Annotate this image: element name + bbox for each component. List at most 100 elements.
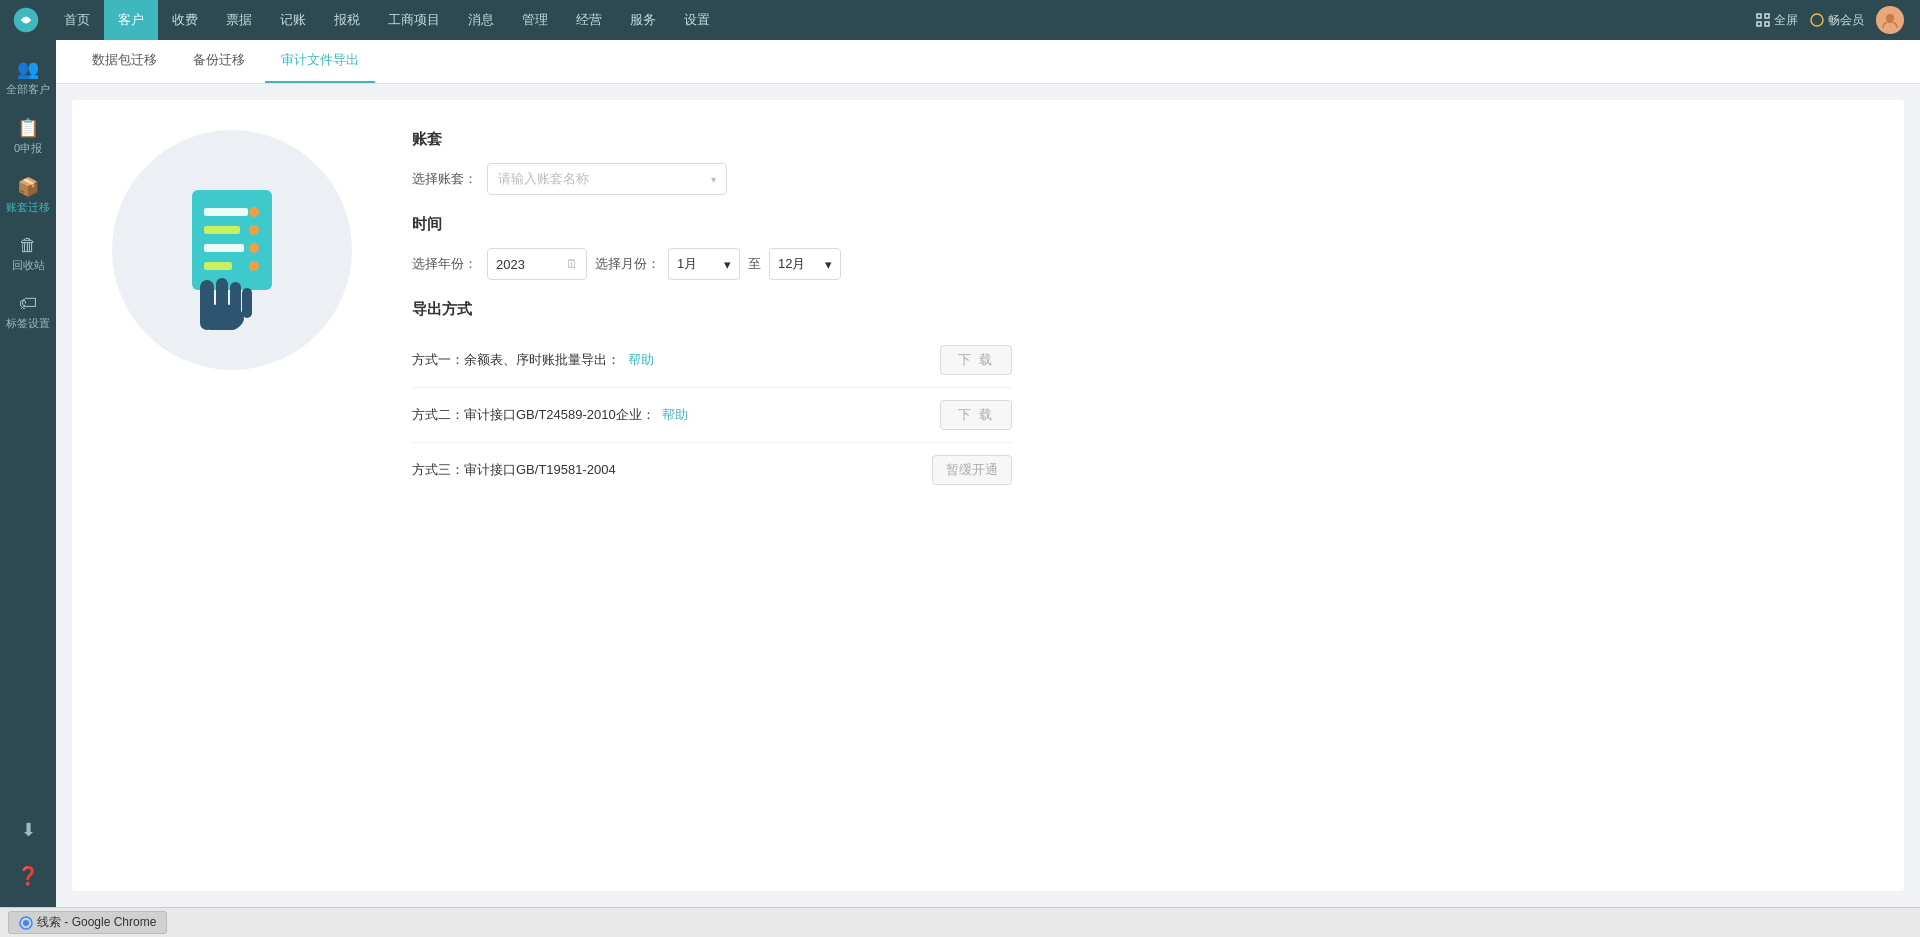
fullscreen-btn[interactable]: 全屏 [1756,12,1798,29]
export-method-1: 方式一：余额表、序时账批量导出： 帮助 下 载 [412,333,1012,388]
nav-invoice[interactable]: 票据 [212,0,266,40]
nav-operation[interactable]: 经营 [562,0,616,40]
sidebar-bottom-download-icon[interactable]: ⬇ [13,811,44,849]
svg-rect-11 [204,262,232,270]
account-select[interactable]: 请输入账套名称 ▾ [487,163,727,195]
tag-icon: 🏷 [19,293,37,314]
sidebar-bottom-help-icon[interactable]: ❓ [9,857,47,895]
svg-point-5 [1811,14,1823,26]
method-1-label: 方式一：余额表、序时账批量导出： 帮助 [412,351,654,369]
tab-audit-export[interactable]: 审计文件导出 [265,40,375,83]
method-1-text: 方式一：余额表、序时账批量导出： [412,352,620,367]
svg-point-22 [23,920,29,926]
top-navigation: 首页 客户 收费 票据 记账 报税 工商项目 消息 管理 经营 服务 设置 全屏… [0,0,1920,40]
nav-client[interactable]: 客户 [104,0,158,40]
svg-rect-19 [230,282,241,320]
export-section-title: 导出方式 [412,300,1012,319]
sidebar-item-label: 0申报 [14,141,42,156]
account-placeholder: 请输入账套名称 [498,170,589,188]
nav-items: 首页 客户 收费 票据 记账 报税 工商项目 消息 管理 经营 服务 设置 [50,0,1756,40]
svg-point-15 [249,261,259,271]
year-input[interactable]: 2023 🗓 [487,248,587,280]
calendar-icon: 🗓 [566,257,578,271]
sidebar-item-zero-declare[interactable]: 📋 0申报 [0,107,56,166]
tab-bar: 数据包迁移 备份迁移 审计文件导出 [56,40,1920,84]
method-1-help-link[interactable]: 帮助 [628,352,654,367]
time-divider: 时间 [412,215,1012,234]
svg-point-12 [249,207,259,217]
method-3-open-btn[interactable]: 暂缓开通 [932,455,1012,485]
sidebar: 👥 全部客户 📋 0申报 📦 账套迁移 🗑 回收站 🏷 标签设置 ⬇ ❓ [0,40,56,907]
sidebar-item-account-migrate[interactable]: 📦 账套迁移 [0,166,56,225]
year-value: 2023 [496,257,525,272]
method-2-label: 方式二：审计接口GB/T24589-2010企业： 帮助 [412,406,688,424]
end-month-arrow-icon: ▾ [825,257,832,272]
member-label: 畅会员 [1828,12,1864,29]
taskbar-item-label: 线索 - Google Chrome [37,914,156,931]
month-label: 选择月份： [595,255,660,273]
member-btn[interactable]: 畅会员 [1810,12,1864,29]
tab-backup-migrate[interactable]: 备份迁移 [177,40,261,83]
month-arrow-icon: ▾ [724,257,731,272]
fullscreen-label: 全屏 [1774,12,1798,29]
sidebar-item-label: 全部客户 [6,82,50,97]
end-month-select[interactable]: 12月 ▾ [769,248,841,280]
svg-rect-18 [216,278,228,322]
time-controls: 2023 🗓 选择月份： 1月 ▾ 至 12月 ▾ [487,248,841,280]
nav-tax[interactable]: 报税 [320,0,374,40]
svg-rect-8 [204,208,248,216]
time-separator: 至 [748,255,761,273]
all-clients-icon: 👥 [17,58,39,80]
svg-rect-9 [204,226,240,234]
sidebar-item-all-clients[interactable]: 👥 全部客户 [0,48,56,107]
nav-business[interactable]: 工商项目 [374,0,454,40]
svg-point-14 [249,243,259,253]
svg-rect-10 [204,244,244,252]
account-migrate-icon: 📦 [17,176,39,198]
sidebar-bottom: ⬇ ❓ [9,811,47,907]
svg-point-6 [1886,14,1894,22]
end-month-value: 12月 [778,255,805,273]
svg-point-13 [249,225,259,235]
start-month-value: 1月 [677,255,697,273]
nav-fee[interactable]: 收费 [158,0,212,40]
svg-rect-17 [200,280,214,330]
svg-rect-7 [192,190,272,290]
account-section-title: 账套 [412,130,1012,149]
page-content: 账套 选择账套： 请输入账套名称 ▾ 时间 选择年份： [72,100,1904,891]
main-layout: 👥 全部客户 📋 0申报 📦 账套迁移 🗑 回收站 🏷 标签设置 ⬇ ❓ 数据包… [0,40,1920,907]
method-2-help-link[interactable]: 帮助 [662,407,688,422]
method-3-label: 方式三：审计接口GB/T19581-2004 [412,461,616,479]
start-month-select[interactable]: 1月 ▾ [668,248,740,280]
export-divider: 导出方式 [412,300,1012,319]
sidebar-item-label: 回收站 [12,258,45,273]
nav-manage[interactable]: 管理 [508,0,562,40]
taskbar: 线索 - Google Chrome [0,907,1920,937]
nav-service[interactable]: 服务 [616,0,670,40]
method-2-download-btn[interactable]: 下 载 [940,400,1012,430]
account-row: 选择账套： 请输入账套名称 ▾ [412,163,1012,195]
time-section-title: 时间 [412,215,1012,234]
content-area: 数据包迁移 备份迁移 审计文件导出 [56,40,1920,907]
svg-rect-4 [1765,22,1769,26]
method-3-text: 方式三：审计接口GB/T19581-2004 [412,462,616,477]
nav-settings[interactable]: 设置 [670,0,724,40]
illustration-area [112,130,352,370]
dropdown-arrow-icon: ▾ [711,174,716,185]
form-area: 账套 选择账套： 请输入账套名称 ▾ 时间 选择年份： [412,130,1012,497]
nav-home[interactable]: 首页 [50,0,104,40]
sidebar-item-recycle[interactable]: 🗑 回收站 [0,225,56,283]
sidebar-item-tag-settings[interactable]: 🏷 标签设置 [0,283,56,341]
avatar[interactable] [1876,6,1904,34]
form-wrapper: 账套 选择账套： 请输入账套名称 ▾ 时间 选择年份： [112,130,1864,497]
doc-svg [162,170,302,330]
nav-bookkeeping[interactable]: 记账 [266,0,320,40]
tab-data-migrate[interactable]: 数据包迁移 [76,40,173,83]
sidebar-item-label: 账套迁移 [6,200,50,215]
method-1-download-btn[interactable]: 下 载 [940,345,1012,375]
nav-message[interactable]: 消息 [454,0,508,40]
zero-declare-icon: 📋 [17,117,39,139]
svg-rect-2 [1765,14,1769,18]
top-right-actions: 全屏 畅会员 [1756,6,1920,34]
taskbar-chrome[interactable]: 线索 - Google Chrome [8,911,167,934]
